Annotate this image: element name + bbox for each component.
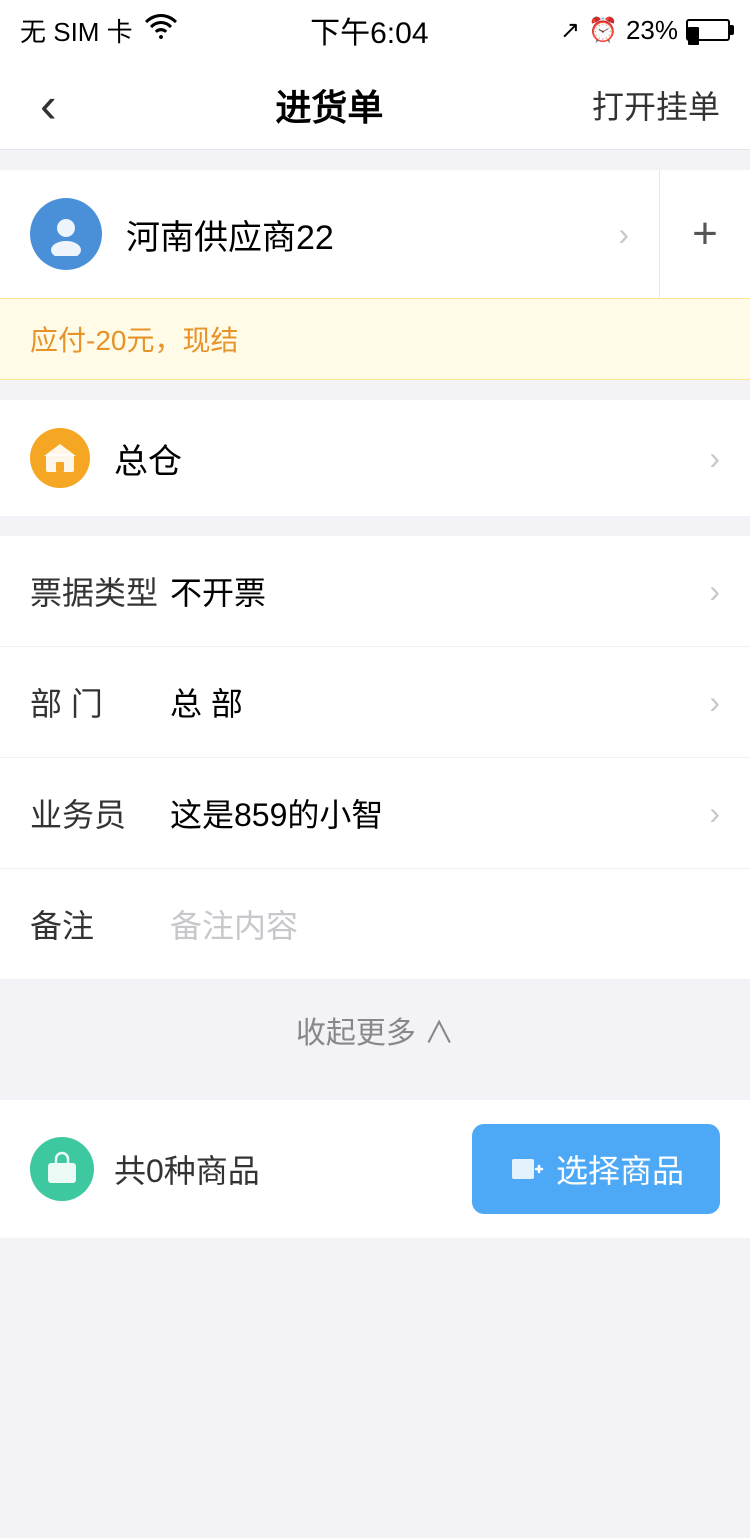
status-left: 无 SIM 卡: [20, 12, 179, 49]
salesperson-row[interactable]: 业务员 这是859的小智 ›: [0, 758, 750, 869]
content-area: 河南供应商22 › + 应付-20元，现结 总仓 › 票据类型 不开票 ›: [0, 170, 750, 1538]
page-footer: [0, 1238, 750, 1538]
location-icon: ↗: [560, 16, 580, 45]
department-chevron-icon: ›: [709, 684, 720, 721]
warehouse-icon: [30, 428, 90, 488]
department-label: 部 门: [30, 679, 170, 725]
notice-banner: 应付-20元，现结: [0, 298, 750, 380]
remark-input[interactable]: 备注内容: [170, 901, 720, 947]
wifi-icon: [143, 13, 179, 48]
status-bar: 无 SIM 卡 下午6:04 ↗ ⏰ 23%: [0, 0, 750, 60]
supplier-section: 河南供应商22 › +: [0, 170, 750, 298]
status-time: 下午6:04: [310, 8, 428, 52]
form-section: 票据类型 不开票 › 部 门 总 部 › 业务员 这是859的小智 › 备注 备…: [0, 536, 750, 980]
chevron-right-icon: ›: [618, 216, 629, 253]
goods-icon: [30, 1137, 94, 1201]
remark-label: 备注: [30, 901, 170, 947]
invoice-type-row[interactable]: 票据类型 不开票 ›: [0, 536, 750, 647]
add-supplier-button[interactable]: +: [660, 170, 750, 298]
page-title: 进货单: [275, 79, 383, 131]
alarm-icon: ⏰: [588, 16, 618, 45]
salesperson-chevron-icon: ›: [709, 795, 720, 832]
select-goods-label: 选择商品: [556, 1146, 684, 1192]
select-goods-button[interactable]: 选择商品: [472, 1124, 720, 1214]
nav-bar: ‹ 进货单 打开挂单: [0, 60, 750, 150]
department-value: 总 部: [170, 679, 699, 725]
invoice-type-value: 不开票: [170, 568, 699, 614]
warehouse-section: 总仓 ›: [0, 400, 750, 516]
collapse-label: 收起更多 ∧: [296, 1008, 454, 1052]
bottom-bar: 共0种商品 选择商品: [0, 1100, 750, 1238]
open-pending-button[interactable]: 打开挂单: [592, 82, 720, 128]
salesperson-label: 业务员: [30, 790, 170, 836]
department-row[interactable]: 部 门 总 部 ›: [0, 647, 750, 758]
back-button[interactable]: ‹: [30, 66, 67, 144]
status-right: ↗ ⏰ 23%: [560, 15, 730, 46]
supplier-selector[interactable]: 河南供应商22 ›: [0, 170, 660, 298]
supplier-name: 河南供应商22: [126, 210, 608, 259]
notice-text: 应付-20元，现结: [30, 325, 238, 356]
battery-label: 23%: [626, 15, 678, 46]
no-sim-label: 无 SIM 卡: [20, 12, 133, 49]
goods-count-label: 共0种商品: [114, 1146, 452, 1192]
invoice-type-chevron-icon: ›: [709, 573, 720, 610]
invoice-type-label: 票据类型: [30, 568, 170, 614]
supplier-avatar: [30, 198, 102, 270]
warehouse-name: 总仓: [114, 434, 699, 483]
battery-icon: [686, 19, 730, 41]
warehouse-selector[interactable]: 总仓 ›: [0, 400, 750, 516]
collapse-row[interactable]: 收起更多 ∧: [0, 980, 750, 1080]
warehouse-chevron-icon: ›: [709, 440, 720, 477]
salesperson-value: 这是859的小智: [170, 790, 699, 836]
remark-row: 备注 备注内容: [0, 869, 750, 980]
